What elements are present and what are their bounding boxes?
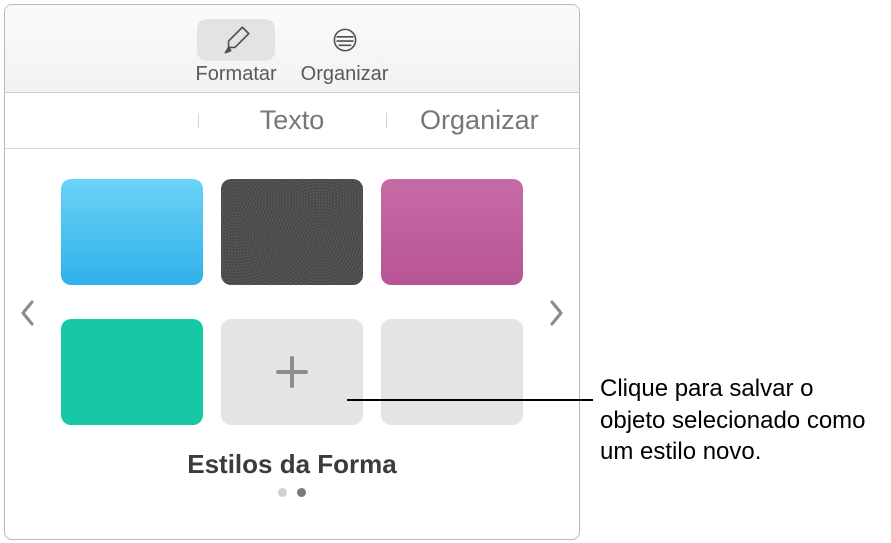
styles-page-dots xyxy=(51,488,533,497)
tab-text[interactable]: Texto xyxy=(198,105,385,136)
tab-arrange-label: Organizar xyxy=(420,105,539,135)
style-swatch-empty[interactable] xyxy=(381,319,523,425)
arrange-toolbar-label: Organizar xyxy=(301,63,389,86)
format-inspector-panel: Formatar Organizar Estilo Texto Organiza… xyxy=(4,4,580,540)
style-swatch-blue[interactable] xyxy=(61,179,203,285)
format-toolbar-label: Formatar xyxy=(196,63,277,86)
toolbar: Formatar Organizar xyxy=(5,5,579,93)
paintbrush-icon xyxy=(197,19,275,61)
add-style-button[interactable] xyxy=(221,319,363,425)
styles-prev-button[interactable] xyxy=(19,299,37,334)
page-dot-1[interactable] xyxy=(278,488,287,497)
arrange-icon xyxy=(306,19,384,61)
style-swatch-magenta[interactable] xyxy=(381,179,523,285)
style-swatch-teal[interactable] xyxy=(61,319,203,425)
style-swatch-dark-texture[interactable] xyxy=(221,179,363,285)
callout-leader-line xyxy=(347,399,593,401)
tab-style-label: Estilo xyxy=(68,105,142,135)
callout-text: Clique para salvar o objeto selecionado … xyxy=(600,373,884,468)
tab-arrange[interactable]: Organizar xyxy=(386,105,573,136)
tab-text-label: Texto xyxy=(260,105,325,135)
tab-style[interactable]: Estilo xyxy=(11,105,198,136)
arrange-toolbar-button[interactable]: Organizar xyxy=(301,19,389,86)
format-toolbar-button[interactable]: Formatar xyxy=(196,19,277,86)
styles-next-button[interactable] xyxy=(547,299,565,334)
page-dot-2[interactable] xyxy=(297,488,306,497)
plus-icon xyxy=(270,350,314,394)
shape-styles-area: Estilos da Forma xyxy=(5,149,579,497)
inspector-tabs: Estilo Texto Organizar xyxy=(5,93,579,149)
shape-styles-grid xyxy=(51,179,533,425)
shape-styles-caption: Estilos da Forma xyxy=(51,449,533,480)
